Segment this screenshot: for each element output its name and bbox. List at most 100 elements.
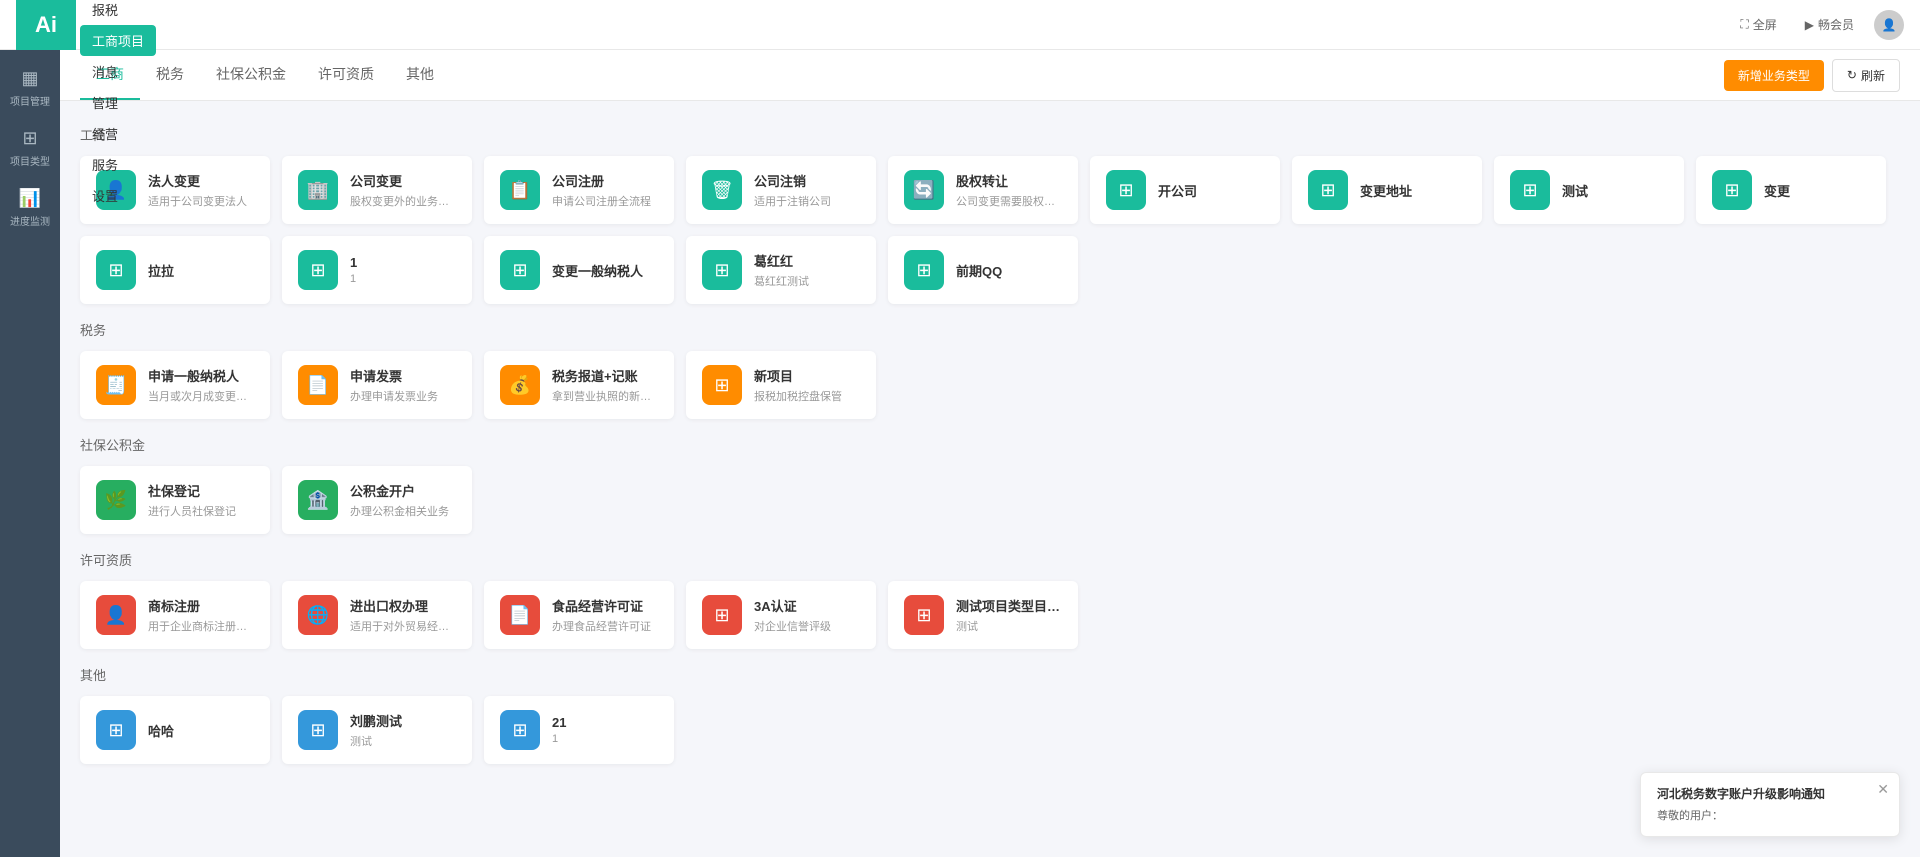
card-new-project[interactable]: ⊞ 新项目 报税加税控盘保管 [686, 351, 876, 419]
video-icon: ▶ [1805, 18, 1814, 32]
card-icon-equity-transfer: 🔄 [904, 170, 944, 210]
card-icon-haha: ⊞ [96, 710, 136, 750]
refresh-button[interactable]: ↻ 刷新 [1832, 59, 1900, 92]
card-icon-import-export: 🌐 [298, 595, 338, 635]
tab-other[interactable]: 其他 [390, 50, 450, 100]
card-desc-twentyone: 1 [552, 733, 658, 745]
card-title-tax-report-accounting: 税务报道+记账 [552, 366, 658, 385]
card-company-change[interactable]: 🏢 公司变更 股权变更外的业务变更 [282, 156, 472, 224]
topnav-item-manage[interactable]: 管理 [80, 87, 156, 118]
card-title-change-general: 变更一般纳税人 [552, 261, 658, 280]
top-navigation: Ai 首页客户收费票据new记账报税工商项目消息管理经营服务设置 ⛶ 全屏 ▶ … [0, 0, 1920, 50]
social-cards-grid: 🌿 社保登记 进行人员社保登记 🏦 公积金开户 办理公积金相关业务 [80, 466, 1900, 534]
vip-button[interactable]: ▶ 畅会员 [1797, 12, 1862, 37]
tab-social[interactable]: 社保公积金 [200, 50, 302, 100]
card-apply-general-tax[interactable]: 🧾 申请一般纳税人 当月或次月成变更完成 [80, 351, 270, 419]
card-icon-twentyone: ⊞ [500, 710, 540, 750]
card-icon-food-license: 📄 [500, 595, 540, 635]
tab-actions: 新增业务类型 ↻ 刷新 [1724, 51, 1900, 100]
card-title-company-change: 公司变更 [350, 171, 456, 190]
card-info-haha: 哈哈 [148, 721, 254, 740]
card-info-change-address: 变更地址 [1360, 181, 1466, 200]
card-title-legal-change: 法人变更 [148, 171, 254, 190]
card-tax-report-accounting[interactable]: 💰 税务报道+记账 拿到营业执照的新公司 [484, 351, 674, 419]
card-info-one: 1 1 [350, 255, 456, 285]
card-test-type[interactable]: ⊞ 测试项目类型目定义 测试 [888, 581, 1078, 649]
card-open-company[interactable]: ⊞ 开公司 [1090, 156, 1280, 224]
card-icon-company-cancel: 🗑 [702, 170, 742, 210]
card-trademark[interactable]: 👤 商标注册 用于企业商标注册服务 [80, 581, 270, 649]
card-desc-food-license: 办理食品经营许可证 [552, 618, 658, 634]
card-title-haha: 哈哈 [148, 721, 254, 740]
card-info-company-reg: 公司注册 申请公司注册全流程 [552, 171, 658, 209]
card-title-change1: 变更 [1764, 181, 1870, 200]
sidebar-item-project-mgmt[interactable]: ▦ 项目管理 [5, 60, 55, 116]
card-fund-open[interactable]: 🏦 公积金开户 办理公积金相关业务 [282, 466, 472, 534]
card-desc-social-reg: 进行人员社保登记 [148, 503, 254, 519]
card-title-fund-open: 公积金开户 [350, 481, 456, 500]
card-icon-test1: ⊞ [1510, 170, 1550, 210]
card-test1[interactable]: ⊞ 测试 [1494, 156, 1684, 224]
license-section: 许可资质 👤 商标注册 用于企业商标注册服务 🌐 进出口权办理 适用于对外贸易经… [80, 550, 1900, 649]
card-lala[interactable]: ⊞ 拉拉 [80, 236, 270, 304]
card-equity-transfer[interactable]: 🔄 股权转让 公司变更需要股权转让 [888, 156, 1078, 224]
progress-monitor-icon: 📊 [19, 188, 41, 209]
sidebar-item-project-type[interactable]: ⊞ 项目类型 [5, 120, 55, 176]
card-info-open-company: 开公司 [1158, 181, 1264, 200]
tab-license[interactable]: 许可资质 [302, 50, 390, 100]
card-desc-company-change: 股权变更外的业务变更 [350, 193, 456, 209]
biz-section: 工商 👤 法人变更 适用于公司变更法人 🏢 公司变更 股权变更外的业务变更 📋 … [80, 125, 1900, 304]
topnav-item-tax[interactable]: 报税 [80, 0, 156, 25]
card-company-reg[interactable]: 📋 公司注册 申请公司注册全流程 [484, 156, 674, 224]
card-qianqi-qq[interactable]: ⊞ 前期QQ [888, 236, 1078, 304]
avatar[interactable]: 👤 [1874, 10, 1904, 40]
topnav-item-operation[interactable]: 经营 [80, 118, 156, 149]
topnav-items: 首页客户收费票据new记账报税工商项目消息管理经营服务设置 [80, 0, 156, 211]
topnav-item-bizproject[interactable]: 工商项目 [80, 25, 156, 56]
license-section-title: 许可资质 [80, 550, 1900, 569]
card-icon-company-change: 🏢 [298, 170, 338, 210]
card-company-cancel[interactable]: 🗑 公司注销 适用于注销公司 [686, 156, 876, 224]
card-info-3a-cert: 3A认证 对企业信誉评级 [754, 596, 860, 634]
notification-close-button[interactable]: ✕ [1877, 781, 1889, 798]
fullscreen-button[interactable]: ⛶ 全屏 [1732, 12, 1784, 37]
card-change-address[interactable]: ⊞ 变更地址 [1292, 156, 1482, 224]
card-desc-one: 1 [350, 273, 456, 285]
card-3a-cert[interactable]: ⊞ 3A认证 对企业信誉评级 [686, 581, 876, 649]
card-icon-test-type: ⊞ [904, 595, 944, 635]
card-change1[interactable]: ⊞ 变更 [1696, 156, 1886, 224]
card-import-export[interactable]: 🌐 进出口权办理 适用于对外贸易经营者 [282, 581, 472, 649]
card-title-twentyone: 21 [552, 715, 658, 730]
card-desc-test-type: 测试 [956, 618, 1062, 634]
add-business-type-button[interactable]: 新增业务类型 [1724, 60, 1824, 91]
card-title-company-cancel: 公司注销 [754, 171, 860, 190]
card-apply-invoice[interactable]: 📄 申请发票 办理申请发票业务 [282, 351, 472, 419]
topnav-right: ⛶ 全屏 ▶ 畅会员 👤 [1732, 10, 1904, 40]
other-section: 其他 ⊞ 哈哈 ⊞ 刘鹏测试 测试 ⊞ 21 1 [80, 665, 1900, 764]
topnav-item-message[interactable]: 消息 [80, 56, 156, 87]
topnav-item-settings[interactable]: 设置 [80, 180, 156, 211]
license-cards-grid: 👤 商标注册 用于企业商标注册服务 🌐 进出口权办理 适用于对外贸易经营者 📄 … [80, 581, 1900, 649]
card-title-qianqi-qq: 前期QQ [956, 261, 1062, 280]
card-title-liupeng-test: 刘鹏测试 [350, 711, 456, 730]
card-title-apply-invoice: 申请发票 [350, 366, 456, 385]
card-twentyone[interactable]: ⊞ 21 1 [484, 696, 674, 764]
topnav-item-service[interactable]: 服务 [80, 149, 156, 180]
card-social-reg[interactable]: 🌿 社保登记 进行人员社保登记 [80, 466, 270, 534]
card-desc-apply-invoice: 办理申请发票业务 [350, 388, 456, 404]
card-haha[interactable]: ⊞ 哈哈 [80, 696, 270, 764]
card-desc-legal-change: 适用于公司变更法人 [148, 193, 254, 209]
card-food-license[interactable]: 📄 食品经营许可证 办理食品经营许可证 [484, 581, 674, 649]
card-info-equity-transfer: 股权转让 公司变更需要股权转让 [956, 171, 1062, 209]
card-gehonghong[interactable]: ⊞ 葛红红 葛红红测试 [686, 236, 876, 304]
app-logo[interactable]: Ai [16, 0, 76, 50]
card-info-tax-report-accounting: 税务报道+记账 拿到营业执照的新公司 [552, 366, 658, 404]
card-desc-equity-transfer: 公司变更需要股权转让 [956, 193, 1062, 209]
card-liupeng-test[interactable]: ⊞ 刘鹏测试 测试 [282, 696, 472, 764]
card-change-general[interactable]: ⊞ 变更一般纳税人 [484, 236, 674, 304]
sidebar-item-progress-monitor[interactable]: 📊 进度监测 [5, 180, 55, 236]
main-content-area: 工商 👤 法人变更 适用于公司变更法人 🏢 公司变更 股权变更外的业务变更 📋 … [60, 101, 1920, 796]
card-one[interactable]: ⊞ 1 1 [282, 236, 472, 304]
card-icon-tax-report-accounting: 💰 [500, 365, 540, 405]
card-icon-company-reg: 📋 [500, 170, 540, 210]
